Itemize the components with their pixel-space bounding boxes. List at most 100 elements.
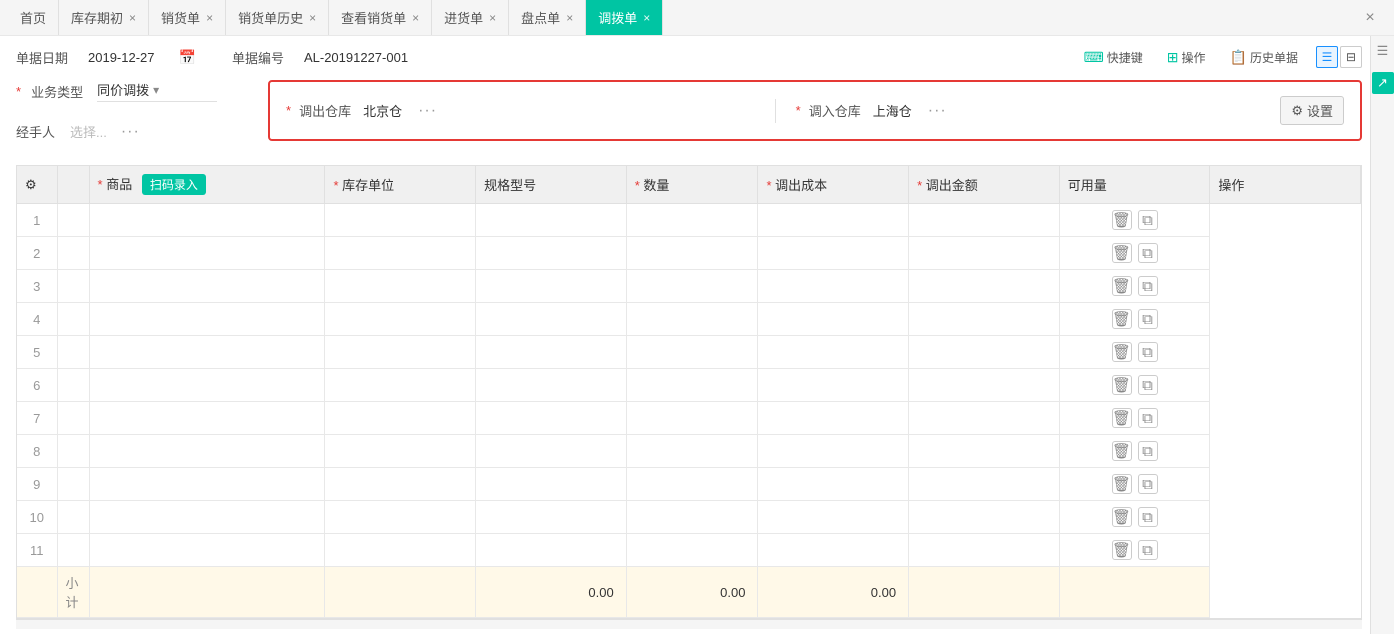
copy-icon[interactable]: ⧉ bbox=[1138, 243, 1158, 263]
cell-amount[interactable] bbox=[758, 435, 909, 468]
cell-spec[interactable] bbox=[325, 468, 476, 501]
cell-spec[interactable] bbox=[325, 369, 476, 402]
cell-available[interactable] bbox=[909, 501, 1060, 534]
cell-qty[interactable] bbox=[476, 336, 627, 369]
cell-spec[interactable] bbox=[325, 402, 476, 435]
cell-amount[interactable] bbox=[758, 237, 909, 270]
tab-close-purchase[interactable]: × bbox=[489, 11, 496, 25]
cell-available[interactable] bbox=[909, 402, 1060, 435]
copy-icon[interactable]: ⧉ bbox=[1138, 210, 1158, 230]
cell-qty[interactable] bbox=[476, 369, 627, 402]
cell-qty[interactable] bbox=[476, 468, 627, 501]
cell-qty[interactable] bbox=[476, 303, 627, 336]
cell-amount[interactable] bbox=[758, 270, 909, 303]
delete-icon[interactable]: 🗑 bbox=[1112, 309, 1132, 329]
tab-inventory-init[interactable]: 库存期初 × bbox=[59, 0, 149, 35]
cell-product[interactable] bbox=[57, 270, 89, 303]
cell-cost[interactable] bbox=[626, 336, 758, 369]
cell-cost[interactable] bbox=[626, 468, 758, 501]
cell-amount[interactable] bbox=[758, 303, 909, 336]
cell-spec[interactable] bbox=[325, 270, 476, 303]
cell-available[interactable] bbox=[909, 435, 1060, 468]
list-view-button[interactable]: ☰ bbox=[1316, 46, 1338, 68]
cell-available[interactable] bbox=[909, 369, 1060, 402]
cell-product[interactable] bbox=[57, 204, 89, 237]
delete-icon[interactable]: 🗑 bbox=[1112, 243, 1132, 263]
cell-available[interactable] bbox=[909, 204, 1060, 237]
cell-qty[interactable] bbox=[476, 204, 627, 237]
cell-product[interactable] bbox=[57, 237, 89, 270]
cell-unit[interactable] bbox=[89, 270, 325, 303]
cell-amount[interactable] bbox=[758, 369, 909, 402]
tab-close-view-sales[interactable]: × bbox=[412, 11, 419, 25]
cell-cost[interactable] bbox=[626, 270, 758, 303]
dropdown-arrow-icon[interactable]: ▾ bbox=[153, 83, 159, 97]
cell-spec[interactable] bbox=[325, 336, 476, 369]
cell-cost[interactable] bbox=[626, 237, 758, 270]
sidebar-list-icon[interactable]: ☰ bbox=[1372, 40, 1394, 62]
cell-cost[interactable] bbox=[626, 204, 758, 237]
cell-available[interactable] bbox=[909, 468, 1060, 501]
grid-view-button[interactable]: ⊟ bbox=[1340, 46, 1362, 68]
copy-icon[interactable]: ⧉ bbox=[1138, 474, 1158, 494]
calendar-icon[interactable]: 📅 bbox=[179, 49, 196, 66]
cell-amount[interactable] bbox=[758, 336, 909, 369]
cell-qty[interactable] bbox=[476, 501, 627, 534]
cell-cost[interactable] bbox=[626, 369, 758, 402]
cell-cost[interactable] bbox=[626, 435, 758, 468]
delete-icon[interactable]: 🗑 bbox=[1112, 507, 1132, 527]
tab-view-sales[interactable]: 查看销货单 × bbox=[329, 0, 432, 35]
horizontal-scrollbar[interactable] bbox=[16, 619, 1362, 629]
cell-cost[interactable] bbox=[626, 303, 758, 336]
delete-icon[interactable]: 🗑 bbox=[1112, 474, 1132, 494]
tab-home[interactable]: 首页 bbox=[8, 0, 59, 35]
cell-product[interactable] bbox=[57, 303, 89, 336]
delete-icon[interactable]: 🗑 bbox=[1112, 540, 1132, 560]
handler-more-btn[interactable]: ··· bbox=[121, 123, 140, 141]
history-button[interactable]: 📋 历史单据 bbox=[1224, 47, 1304, 68]
shortcut-button[interactable]: ⌨ 快捷键 bbox=[1078, 47, 1149, 68]
cell-unit[interactable] bbox=[89, 303, 325, 336]
sidebar-share-icon[interactable]: ↗ bbox=[1372, 72, 1394, 94]
tab-close-transfer[interactable]: × bbox=[643, 11, 650, 25]
cell-unit[interactable] bbox=[89, 501, 325, 534]
tab-sales-history[interactable]: 销货单历史 × bbox=[226, 0, 329, 35]
cell-spec[interactable] bbox=[325, 501, 476, 534]
delete-icon[interactable]: 🗑 bbox=[1112, 441, 1132, 461]
cell-unit[interactable] bbox=[89, 402, 325, 435]
cell-available[interactable] bbox=[909, 303, 1060, 336]
tab-transfer[interactable]: 调拨单 × bbox=[586, 0, 663, 35]
cell-available[interactable] bbox=[909, 534, 1060, 567]
cell-unit[interactable] bbox=[89, 237, 325, 270]
cell-product[interactable] bbox=[57, 369, 89, 402]
cell-amount[interactable] bbox=[758, 204, 909, 237]
cell-amount[interactable] bbox=[758, 501, 909, 534]
tab-close-sales-history[interactable]: × bbox=[309, 11, 316, 25]
cell-available[interactable] bbox=[909, 336, 1060, 369]
cell-cost[interactable] bbox=[626, 534, 758, 567]
tab-close-inventory-check[interactable]: × bbox=[566, 11, 573, 25]
copy-icon[interactable]: ⧉ bbox=[1138, 441, 1158, 461]
delete-icon[interactable]: 🗑 bbox=[1112, 375, 1132, 395]
copy-icon[interactable]: ⧉ bbox=[1138, 342, 1158, 362]
cell-qty[interactable] bbox=[476, 270, 627, 303]
cell-available[interactable] bbox=[909, 237, 1060, 270]
cell-spec[interactable] bbox=[325, 237, 476, 270]
tab-inventory-check[interactable]: 盘点单 × bbox=[509, 0, 586, 35]
cell-unit[interactable] bbox=[89, 435, 325, 468]
handler-placeholder[interactable]: 选择... bbox=[70, 122, 107, 141]
scan-entry-button[interactable]: 扫码录入 bbox=[142, 174, 206, 195]
delete-icon[interactable]: 🗑 bbox=[1112, 408, 1132, 428]
col-header-gear[interactable]: ⚙ bbox=[17, 166, 57, 204]
settings-button[interactable]: ⚙ 设置 bbox=[1280, 96, 1344, 125]
cell-spec[interactable] bbox=[325, 534, 476, 567]
copy-icon[interactable]: ⧉ bbox=[1138, 507, 1158, 527]
warehouse-in-more-btn[interactable]: ··· bbox=[928, 102, 947, 120]
delete-icon[interactable]: 🗑 bbox=[1112, 276, 1132, 296]
tab-close-sales-order[interactable]: × bbox=[206, 11, 213, 25]
cell-amount[interactable] bbox=[758, 468, 909, 501]
cell-available[interactable] bbox=[909, 270, 1060, 303]
cell-cost[interactable] bbox=[626, 402, 758, 435]
cell-product[interactable] bbox=[57, 468, 89, 501]
cell-qty[interactable] bbox=[476, 435, 627, 468]
